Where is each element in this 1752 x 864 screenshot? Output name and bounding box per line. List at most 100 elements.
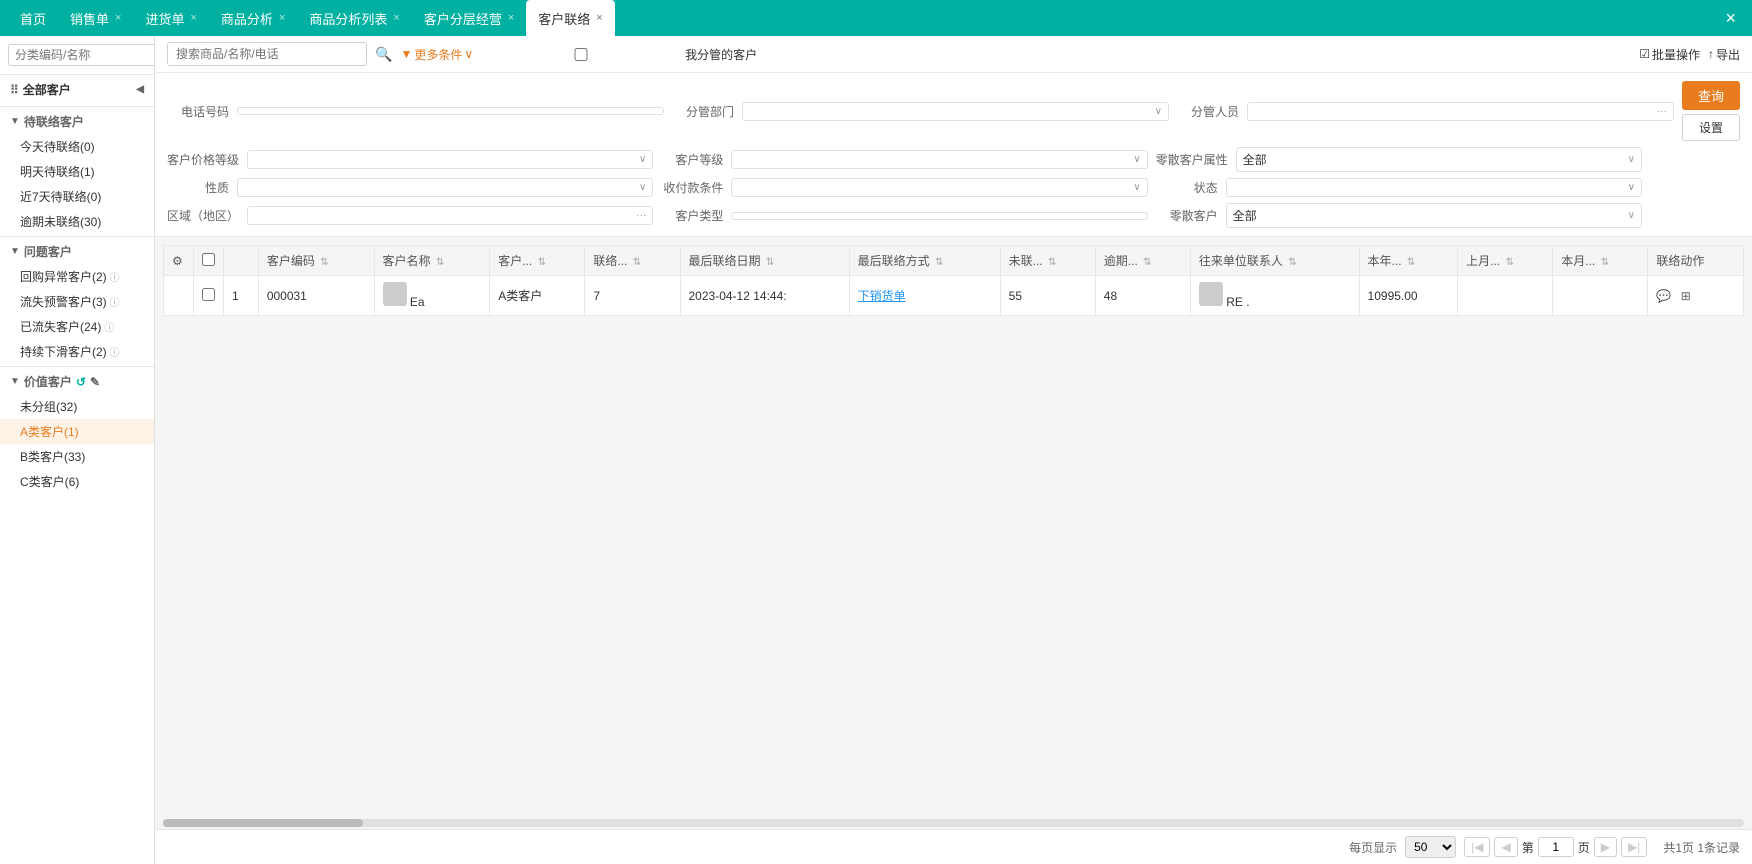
th-contact[interactable]: 联络... ⇅ [585,246,680,276]
sidebar-item-overdue[interactable]: 逾期未联络(30) [0,209,154,234]
retail-cust-select[interactable]: 全部 ∨ [1226,203,1642,228]
info-icon-4[interactable]: ⓘ [110,344,120,359]
section-arrow-3: ▼ [10,376,20,387]
page-size-select[interactable]: 50 100 200 [1405,836,1456,858]
sidebar-item-warning[interactable]: 流失预警客户(3) ⓘ [0,289,154,314]
search-input[interactable] [167,42,367,66]
status-select[interactable]: ∨ [1226,178,1642,197]
section-pending-contact[interactable]: ▼ 待联络客户 [0,109,154,134]
row-checkbox[interactable] [202,288,215,301]
footer: 每页显示 50 100 200 |◀ ◀ 第 页 ▶ ▶| 共1页 1条记录 [155,829,1752,864]
th-lastdate[interactable]: 最后联络日期 ⇅ [680,246,849,276]
payment-select[interactable]: ∨ [731,178,1147,197]
chat-action-icon[interactable]: 💬 [1656,289,1671,303]
search-button[interactable]: 🔍 [375,46,392,63]
cust-level-label: 客户等级 [661,151,731,168]
close-analysis-icon[interactable]: × [279,12,285,24]
prev-page-button[interactable]: ◀ [1494,837,1517,857]
dept-select[interactable]: ∨ [742,102,1169,121]
th-type[interactable]: 客户... ⇅ [490,246,585,276]
today-label: 今天待联络(0) [20,138,95,155]
close-sales-icon[interactable]: × [115,12,121,24]
nav-analysis[interactable]: 商品分析 × [209,0,297,36]
region-input[interactable]: ··· [247,206,653,225]
edit-icon[interactable]: ✎ [90,375,100,389]
sidebar-item-c-class[interactable]: C类客户(6) [0,469,154,494]
my-customers-check[interactable] [481,48,681,61]
refresh-icon[interactable]: ↺ [76,375,86,389]
sidebar-item-a-class[interactable]: A类客户(1) [0,419,154,444]
last-page-button[interactable]: ▶| [1621,837,1647,857]
nav-purchase[interactable]: 进货单 × [133,0,208,36]
nav-home[interactable]: 首页 [8,0,58,36]
sort-overdue-icon: ⇅ [1143,257,1151,268]
select-all-checkbox[interactable] [202,253,215,266]
warning-label: 流失预警客户(3) [20,293,107,310]
sidebar-item-ungroup[interactable]: 未分组(32) [0,394,154,419]
th-lastmethod[interactable]: 最后联络方式 ⇅ [849,246,1000,276]
sidebar-item-tomorrow[interactable]: 明天待联络(1) [0,159,154,184]
sidebar-item-declining[interactable]: 持续下滑客户(2) ⓘ [0,339,154,364]
sidebar-item-today[interactable]: 今天待联络(0) [0,134,154,159]
sidebar-item-7days[interactable]: 近7天待联络(0) [0,184,154,209]
th-overdue[interactable]: 逾期... ⇅ [1095,246,1190,276]
nav-customer-segment[interactable]: 客户分层经营 × [412,0,526,36]
section-problem-customers[interactable]: ▼ 问题客户 [0,239,154,264]
filter-bar: 🔍 ▼ 更多条件 ∨ 我分管的客户 ☑ 批量操作 ↑ 导出 [155,36,1752,73]
qr-action-icon[interactable]: ⊞ [1681,289,1691,303]
nature-select[interactable]: ∨ [237,178,653,197]
nav-analysis-list[interactable]: 商品分析列表 × [297,0,411,36]
settings-button[interactable]: 设置 [1682,114,1740,141]
th-code[interactable]: 客户编码 ⇅ [258,246,374,276]
first-page-button[interactable]: |◀ [1464,837,1490,857]
sidebar-item-abnormal[interactable]: 回购异常客户(2) ⓘ [0,264,154,289]
phone-input[interactable] [237,107,664,115]
close-purchase-icon[interactable]: × [190,12,196,24]
price-level-select[interactable]: ∨ [247,150,653,169]
close-analysis-list-icon[interactable]: × [393,12,399,24]
page-number-input[interactable] [1538,837,1574,857]
close-all-button[interactable]: × [1717,8,1744,29]
abnormal-label: 回购异常客户(2) [20,268,107,285]
my-customers-checkbox[interactable]: 我分管的客户 [481,46,757,63]
th-unitcontact[interactable]: 往来单位联系人 ⇅ [1190,246,1359,276]
th-name[interactable]: 客户名称 ⇅ [374,246,490,276]
customer-table: ⚙ 客户编码 ⇅ 客户名称 ⇅ 客户... ⇅ 联络... ⇅ 最后联络日期 ⇅… [163,245,1744,316]
sidebar-search-input[interactable] [8,44,155,66]
cust-type-input[interactable] [731,212,1147,220]
retail-cust-value: 全部 [1233,207,1257,224]
th-lastmonth[interactable]: 上月... ⇅ [1458,246,1553,276]
info-icon-3[interactable]: ⓘ [104,319,114,334]
close-contact-icon[interactable]: × [596,12,602,24]
cust-level-select[interactable]: ∨ [731,150,1147,169]
sidebar-item-b-class[interactable]: B类客户(33) [0,444,154,469]
next-page-button[interactable]: ▶ [1594,837,1617,857]
more-filter-button[interactable]: ▼ 更多条件 ∨ [400,46,473,63]
all-customers-header[interactable]: ⠿ 全部客户 ◀ [0,75,154,104]
retail-cust-chevron-icon: ∨ [1628,210,1635,221]
cell-check[interactable] [194,276,224,316]
sidebar-item-lost[interactable]: 已流失客户(24) ⓘ [0,314,154,339]
th-nocontact[interactable]: 未联... ⇅ [1000,246,1095,276]
horizontal-scrollbar[interactable] [155,817,1752,829]
batch-op-button[interactable]: ☑ 批量操作 [1639,46,1700,63]
retail-attr-label: 零散客户属性 [1156,151,1236,168]
th-thisyear[interactable]: 本年... ⇅ [1359,246,1458,276]
nav-sales[interactable]: 销售单 × [58,0,133,36]
th-thismonth[interactable]: 本月... ⇅ [1553,246,1648,276]
last-method-link[interactable]: 下销货单 [858,289,906,303]
scrollbar-thumb[interactable] [163,819,363,827]
nav-customer-contact[interactable]: 客户联络 × [526,0,614,36]
close-segment-icon[interactable]: × [508,12,514,24]
cell-lastmethod[interactable]: 下销货单 [849,276,1000,316]
price-level-label: 客户价格等级 [167,151,247,168]
info-icon-1[interactable]: ⓘ [110,269,120,284]
th-gear[interactable]: ⚙ [164,246,194,276]
section-value-customers[interactable]: ▼ 价值客户 ↺ ✎ [0,369,154,394]
info-icon-2[interactable]: ⓘ [110,294,120,309]
query-button[interactable]: 查询 [1682,81,1740,110]
th-check[interactable] [194,246,224,276]
retail-attr-select[interactable]: 全部 ∨ [1236,147,1642,172]
manager-input[interactable]: ··· [1247,102,1674,121]
export-button[interactable]: ↑ 导出 [1708,46,1740,63]
